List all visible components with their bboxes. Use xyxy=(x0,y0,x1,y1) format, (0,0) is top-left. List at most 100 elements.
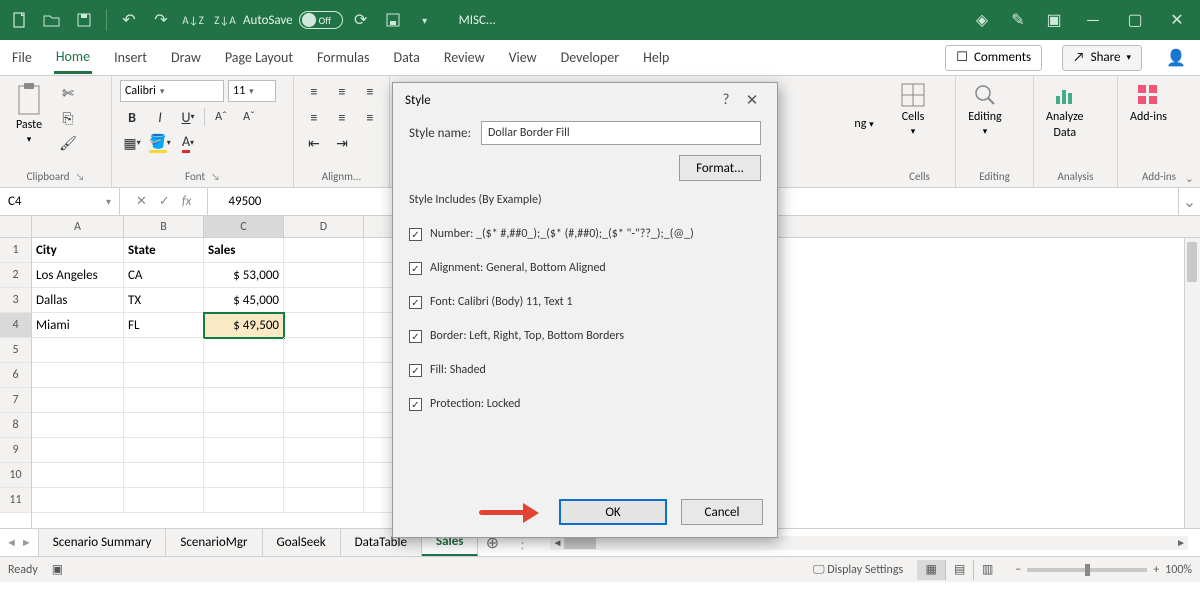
align-middle-icon[interactable]: ≡ xyxy=(330,80,354,102)
autosave-toggle[interactable]: AutoSave Off xyxy=(243,11,343,29)
cell[interactable]: State xyxy=(124,238,204,263)
cell[interactable]: TX xyxy=(124,288,204,313)
macro-record-icon[interactable]: ▣ xyxy=(52,562,63,577)
row-header[interactable]: 7 xyxy=(0,388,31,413)
cell[interactable]: Los Angeles xyxy=(32,263,124,288)
redo-icon[interactable]: ↷ xyxy=(147,6,175,34)
page-layout-view-button[interactable]: ▤ xyxy=(945,560,973,580)
format-button[interactable]: Format... xyxy=(679,155,761,181)
cell[interactable]: CA xyxy=(124,263,204,288)
cell[interactable] xyxy=(284,238,364,263)
new-file-icon[interactable] xyxy=(6,6,34,34)
align-right-icon[interactable]: ≡ xyxy=(358,106,382,128)
cell[interactable]: $ 53,000 xyxy=(204,263,284,288)
tab-page-layout[interactable]: Page Layout xyxy=(223,43,295,72)
row-header[interactable]: 10 xyxy=(0,463,31,488)
shrink-font-button[interactable]: Aˇ xyxy=(237,106,261,128)
close-window-button[interactable]: ✕ xyxy=(1160,6,1194,34)
italic-button[interactable]: I xyxy=(148,106,172,128)
cell[interactable]: Dallas xyxy=(32,288,124,313)
cell[interactable]: Sales xyxy=(204,238,284,263)
undo-icon[interactable]: ↶ xyxy=(115,6,143,34)
column-header[interactable]: A xyxy=(32,216,124,237)
row-header[interactable]: 6 xyxy=(0,363,31,388)
row-header[interactable]: 5 xyxy=(0,338,31,363)
cell[interactable] xyxy=(284,388,364,413)
style-include-checkbox[interactable]: ✓Font: Calibri (Body) 11, Text 1 xyxy=(409,295,761,309)
collapse-ribbon-icon[interactable]: ⌄ xyxy=(1185,172,1194,185)
tab-view[interactable]: View xyxy=(507,43,539,72)
style-include-checkbox[interactable]: ✓Alignment: General, Bottom Aligned xyxy=(409,261,761,275)
underline-button[interactable]: U▾ xyxy=(176,106,200,128)
open-file-icon[interactable] xyxy=(38,6,66,34)
cells-button[interactable]: Cells▾ xyxy=(892,80,934,139)
name-box[interactable]: C4▾ xyxy=(0,188,120,215)
cell[interactable]: $ 49,500 xyxy=(204,313,284,338)
save-icon[interactable] xyxy=(70,6,98,34)
row-header[interactable]: 4 xyxy=(0,313,31,338)
sheet-nav-next-icon[interactable]: ► xyxy=(21,536,32,549)
cancel-edit-icon[interactable]: ✕ xyxy=(136,194,147,209)
page-break-view-button[interactable]: ▥ xyxy=(973,560,1001,580)
tab-data[interactable]: Data xyxy=(391,43,421,72)
font-name-combo[interactable]: Calibri▾ xyxy=(120,80,224,102)
copy-icon[interactable]: ⎘ xyxy=(56,107,80,129)
minimize-button[interactable]: — xyxy=(1076,6,1110,34)
cell[interactable] xyxy=(204,413,284,438)
cell[interactable] xyxy=(32,413,124,438)
cut-icon[interactable]: ✄ xyxy=(56,82,80,104)
cell[interactable] xyxy=(32,363,124,388)
style-include-checkbox[interactable]: ✓Protection: Locked xyxy=(409,397,761,411)
borders-button[interactable]: ▦▾ xyxy=(120,132,144,154)
zoom-percent[interactable]: 100% xyxy=(1165,563,1192,577)
sort-asc-icon[interactable]: A↓Z xyxy=(179,6,207,34)
tab-developer[interactable]: Developer xyxy=(559,43,621,72)
font-launcher-icon[interactable]: ↘ xyxy=(211,170,220,183)
sheet-tab[interactable]: ScenarioMgr xyxy=(166,529,262,556)
quickpen-icon[interactable]: ✎ xyxy=(1004,6,1032,34)
grow-font-button[interactable]: Aˆ xyxy=(209,106,233,128)
share-button[interactable]: ↗ Share ▾ xyxy=(1062,45,1142,71)
column-header[interactable]: C xyxy=(204,216,284,237)
style-include-checkbox[interactable]: ✓Number: _($* #,##0_);_($* (#,##0);_($* … xyxy=(409,227,761,241)
align-left-icon[interactable]: ≡ xyxy=(302,106,326,128)
align-center-icon[interactable]: ≡ xyxy=(330,106,354,128)
editing-button[interactable]: Editing▾ xyxy=(964,80,1006,139)
cell[interactable] xyxy=(124,463,204,488)
cell[interactable] xyxy=(284,488,364,513)
tab-draw[interactable]: Draw xyxy=(169,43,203,72)
row-header[interactable]: 1 xyxy=(0,238,31,263)
premium-icon[interactable]: ◈ xyxy=(968,6,996,34)
sync-icon[interactable]: ⟳ xyxy=(347,6,375,34)
fill-color-button[interactable]: 🪣▾ xyxy=(148,132,172,154)
clipboard-launcher-icon[interactable]: ↘ xyxy=(76,170,85,183)
decrease-indent-icon[interactable]: ⇤ xyxy=(302,132,326,154)
cell[interactable] xyxy=(124,363,204,388)
cell[interactable] xyxy=(32,438,124,463)
row-header[interactable]: 9 xyxy=(0,438,31,463)
tab-file[interactable]: File xyxy=(10,43,34,72)
cell[interactable] xyxy=(284,313,364,338)
cell[interactable] xyxy=(204,388,284,413)
sheet-nav-prev-icon[interactable]: ◄ xyxy=(6,536,17,549)
cell[interactable] xyxy=(204,338,284,363)
analyze-data-button[interactable]: AnalyzeData xyxy=(1042,80,1088,142)
cell[interactable]: Miami xyxy=(32,313,124,338)
cell[interactable] xyxy=(32,338,124,363)
cell[interactable] xyxy=(124,488,204,513)
column-header[interactable]: D xyxy=(284,216,364,237)
expand-formula-bar-icon[interactable]: ⌄ xyxy=(1178,188,1200,215)
sheet-tab[interactable]: GoalSeek xyxy=(263,529,341,556)
cell[interactable] xyxy=(204,363,284,388)
cell[interactable]: FL xyxy=(124,313,204,338)
column-header[interactable]: B xyxy=(124,216,204,237)
addins-button[interactable]: Add-ins xyxy=(1126,80,1171,126)
cell[interactable] xyxy=(284,338,364,363)
align-top-icon[interactable]: ≡ xyxy=(302,80,326,102)
select-all-corner[interactable] xyxy=(0,216,32,237)
account-icon[interactable]: 👤 xyxy=(1162,48,1190,68)
cell[interactable]: $ 45,000 xyxy=(204,288,284,313)
cell[interactable] xyxy=(124,438,204,463)
style-include-checkbox[interactable]: ✓Border: Left, Right, Top, Bottom Border… xyxy=(409,329,761,343)
vertical-scrollbar[interactable] xyxy=(1184,238,1200,528)
